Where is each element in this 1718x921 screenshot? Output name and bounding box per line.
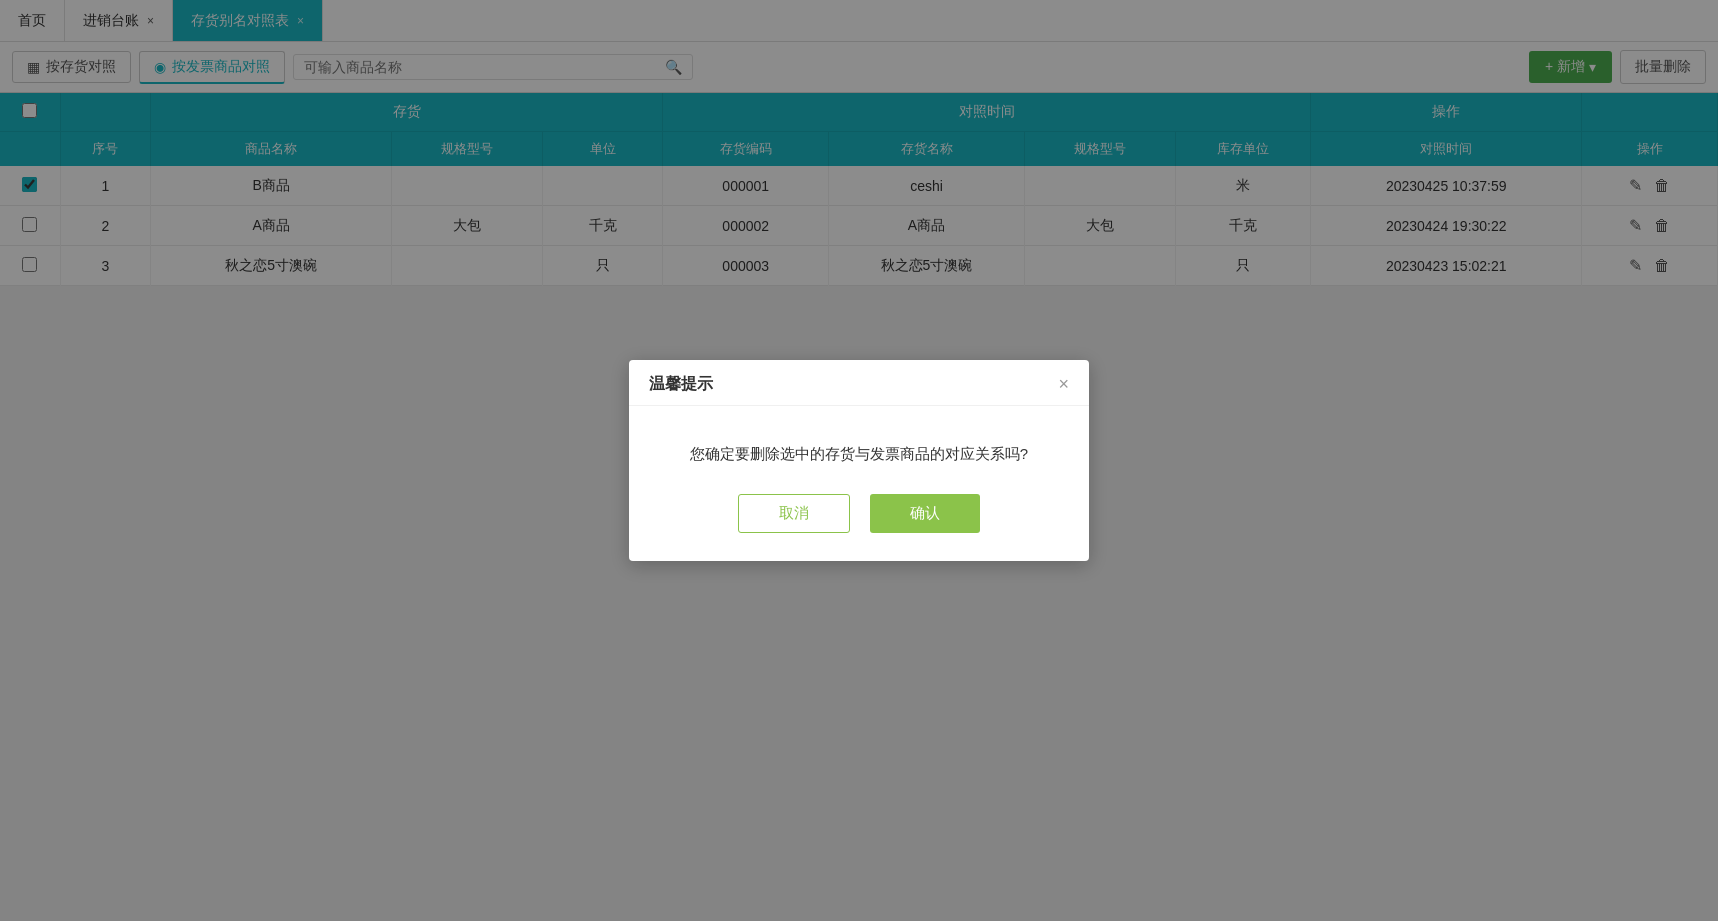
modal-overlay: 温馨提示 × 您确定要删除选中的存货与发票商品的对应关系吗? 取消 确认: [0, 0, 1718, 286]
